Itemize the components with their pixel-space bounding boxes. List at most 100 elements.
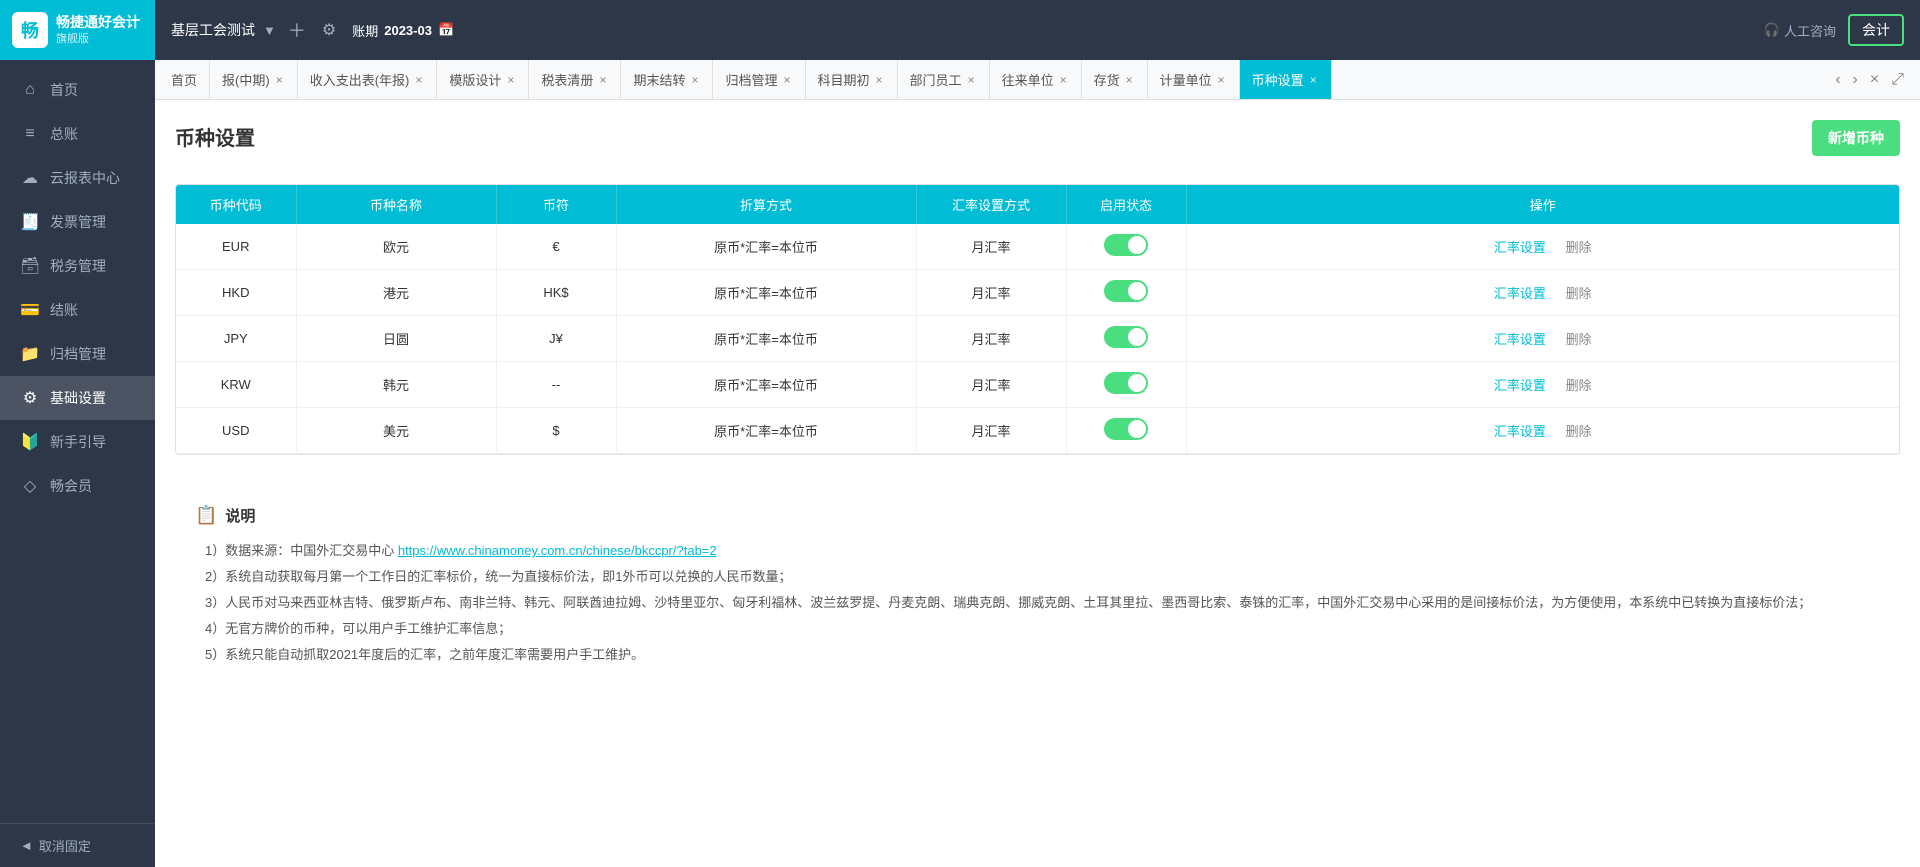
tab-archive[interactable]: 归档管理 × <box>713 60 805 100</box>
tab-currency[interactable]: 币种设置 × <box>1240 60 1332 100</box>
tab-department[interactable]: 部门员工 × <box>898 60 990 100</box>
th-symbol: 币符 <box>496 185 616 224</box>
tab-template[interactable]: 模版设计 × <box>437 60 529 100</box>
cell-action: 汇率设置 删除 <box>1186 362 1899 408</box>
tab-subject[interactable]: 科目期初 × <box>806 60 898 100</box>
tab-close-period[interactable]: × <box>689 71 700 89</box>
th-calc: 折算方式 <box>616 185 916 224</box>
cell-status <box>1066 316 1186 362</box>
page-title: 币种设置 <box>175 122 255 151</box>
tab-next[interactable]: › <box>1849 67 1862 93</box>
tab-close-subject[interactable]: × <box>874 71 885 89</box>
tab-close-department[interactable]: × <box>966 71 977 89</box>
note-list: 1）数据来源：中国外汇交易中心 https://www.chinamoney.c… <box>195 538 1880 668</box>
table-row: KRW 韩元 -- 原币*汇率=本位币 月汇率 汇率设置 删除 <box>176 362 1899 408</box>
tab-close-archive[interactable]: × <box>782 71 793 89</box>
toggle-enabled[interactable] <box>1104 326 1148 348</box>
toggle-enabled[interactable] <box>1104 372 1148 394</box>
tab-close-all[interactable]: × <box>1866 67 1883 93</box>
table-row: JPY 日圆 J¥ 原币*汇率=本位币 月汇率 汇率设置 删除 <box>176 316 1899 362</box>
cell-calc: 原币*汇率=本位币 <box>616 224 916 270</box>
tab-partner[interactable]: 往来单位 × <box>990 60 1082 100</box>
note-link[interactable]: https://www.chinamoney.com.cn/chinese/bk… <box>398 543 717 558</box>
cell-action: 汇率设置 删除 <box>1186 224 1899 270</box>
new-currency-button[interactable]: 新增币种 <box>1812 120 1900 156</box>
collapse-icon: ◄ <box>20 838 33 853</box>
sidebar-item-invoice[interactable]: 🧾 发票管理 <box>0 200 155 244</box>
delete-link[interactable]: 删除 <box>1566 240 1592 255</box>
cell-calc: 原币*汇率=本位币 <box>616 316 916 362</box>
delete-link[interactable]: 删除 <box>1566 332 1592 347</box>
sidebar-item-reports[interactable]: ☁ 云报表中心 <box>0 156 155 200</box>
tab-period[interactable]: 期末结转 × <box>621 60 713 100</box>
cell-action: 汇率设置 删除 <box>1186 270 1899 316</box>
table-row: USD 美元 $ 原币*汇率=本位币 月汇率 汇率设置 删除 <box>176 408 1899 454</box>
tab-close-template[interactable]: × <box>505 71 516 89</box>
delete-link[interactable]: 删除 <box>1566 286 1592 301</box>
archive-icon: 📁 <box>20 344 40 364</box>
tab-tax[interactable]: 税表清册 × <box>529 60 621 100</box>
currency-table: 币种代码 币种名称 币符 折算方式 汇率设置方式 启用状态 操作 EUR 欧元 … <box>175 184 1900 455</box>
tab-close-unit[interactable]: × <box>1216 71 1227 89</box>
rate-setting-link[interactable]: 汇率设置 <box>1494 424 1546 439</box>
sidebar-item-settings[interactable]: ⚙ 基础设置 <box>0 376 155 420</box>
add-company-button[interactable]: ＋ <box>288 17 306 43</box>
home-icon: ⌂ <box>20 81 40 99</box>
cell-status <box>1066 224 1186 270</box>
tab-expand[interactable]: ⤢ <box>1887 67 1908 93</box>
note-item: 2）系统自动获取每月第一个工作日的汇率标价，统一为直接标价法，即1外币可以兑换的… <box>205 564 1880 590</box>
tab-close-partner[interactable]: × <box>1058 71 1069 89</box>
tab-close-accounting[interactable]: × <box>274 71 285 89</box>
cell-calc: 原币*汇率=本位币 <box>616 408 916 454</box>
rate-setting-link[interactable]: 汇率设置 <box>1494 286 1546 301</box>
sidebar-item-home[interactable]: ⌂ 首页 <box>0 68 155 112</box>
toggle-enabled[interactable] <box>1104 234 1148 256</box>
cell-name: 韩元 <box>296 362 496 408</box>
tab-close-tax[interactable]: × <box>597 71 608 89</box>
tab-unit[interactable]: 计量单位 × <box>1148 60 1240 100</box>
tab-close-inventory[interactable]: × <box>1124 71 1135 89</box>
service-button[interactable]: 🎧 人工咨询 <box>1764 21 1836 40</box>
sidebar-item-checkout[interactable]: 💳 结账 <box>0 288 155 332</box>
note-item: 4）无官方牌价的币种，可以用户手工维护汇率信息； <box>205 616 1880 642</box>
sidebar-item-ledger[interactable]: ≡ 总账 <box>0 112 155 156</box>
settings-button[interactable]: ⚙ <box>322 20 336 40</box>
sidebar-item-archive[interactable]: 📁 归档管理 <box>0 332 155 376</box>
tab-home[interactable]: 首页 <box>159 60 210 100</box>
tab-accounting[interactable]: 报(中期) × <box>210 60 298 100</box>
cell-symbol: HK$ <box>496 270 616 316</box>
tab-inventory[interactable]: 存货 × <box>1082 60 1148 100</box>
calendar-icon[interactable]: 📅 <box>438 22 454 38</box>
cell-name: 美元 <box>296 408 496 454</box>
cell-code: KRW <box>176 362 296 408</box>
sidebar-item-member[interactable]: ◇ 畅会员 <box>0 464 155 508</box>
headset-icon: 🎧 <box>1764 22 1780 38</box>
sidebar-collapse[interactable]: ◄ 取消固定 <box>0 823 155 867</box>
delete-link[interactable]: 删除 <box>1566 424 1592 439</box>
rate-setting-link[interactable]: 汇率设置 <box>1494 240 1546 255</box>
sidebar-item-guide[interactable]: 🔰 新手引导 <box>0 420 155 464</box>
th-status: 启用状态 <box>1066 185 1186 224</box>
cell-code: EUR <box>176 224 296 270</box>
rate-setting-link[interactable]: 汇率设置 <box>1494 332 1546 347</box>
tabbar: 首页 报(中期) × 收入支出表(年报) × 模版设计 × 税表清册 × 期末结… <box>155 60 1920 100</box>
tab-close-income[interactable]: × <box>413 71 424 89</box>
topbar: 基层工会测试 ▼ ＋ ⚙ 账期 2023-03 📅 🎧 人工咨询 会计 <box>155 0 1920 60</box>
toggle-enabled[interactable] <box>1104 418 1148 440</box>
th-code: 币种代码 <box>176 185 296 224</box>
cell-rate: 月汇率 <box>916 270 1066 316</box>
tab-prev[interactable]: ‹ <box>1831 67 1844 93</box>
account-button[interactable]: 会计 <box>1848 14 1904 46</box>
toggle-enabled[interactable] <box>1104 280 1148 302</box>
tab-income[interactable]: 收入支出表(年报) × <box>298 60 438 100</box>
tab-close-currency[interactable]: × <box>1308 71 1319 89</box>
rate-setting-link[interactable]: 汇率设置 <box>1494 378 1546 393</box>
tax-icon: 🗃 <box>20 256 40 276</box>
cell-action: 汇率设置 删除 <box>1186 408 1899 454</box>
delete-link[interactable]: 删除 <box>1566 378 1592 393</box>
logo: 畅 畅捷通好会计 旗舰版 <box>0 0 155 60</box>
note-item: 3）人民币对马来西亚林吉特、俄罗斯卢布、南非兰特、韩元、阿联酋迪拉姆、沙特里亚尔… <box>205 590 1880 616</box>
company-dropdown[interactable]: ▼ <box>263 23 276 38</box>
cell-code: HKD <box>176 270 296 316</box>
sidebar-item-tax[interactable]: 🗃 税务管理 <box>0 244 155 288</box>
